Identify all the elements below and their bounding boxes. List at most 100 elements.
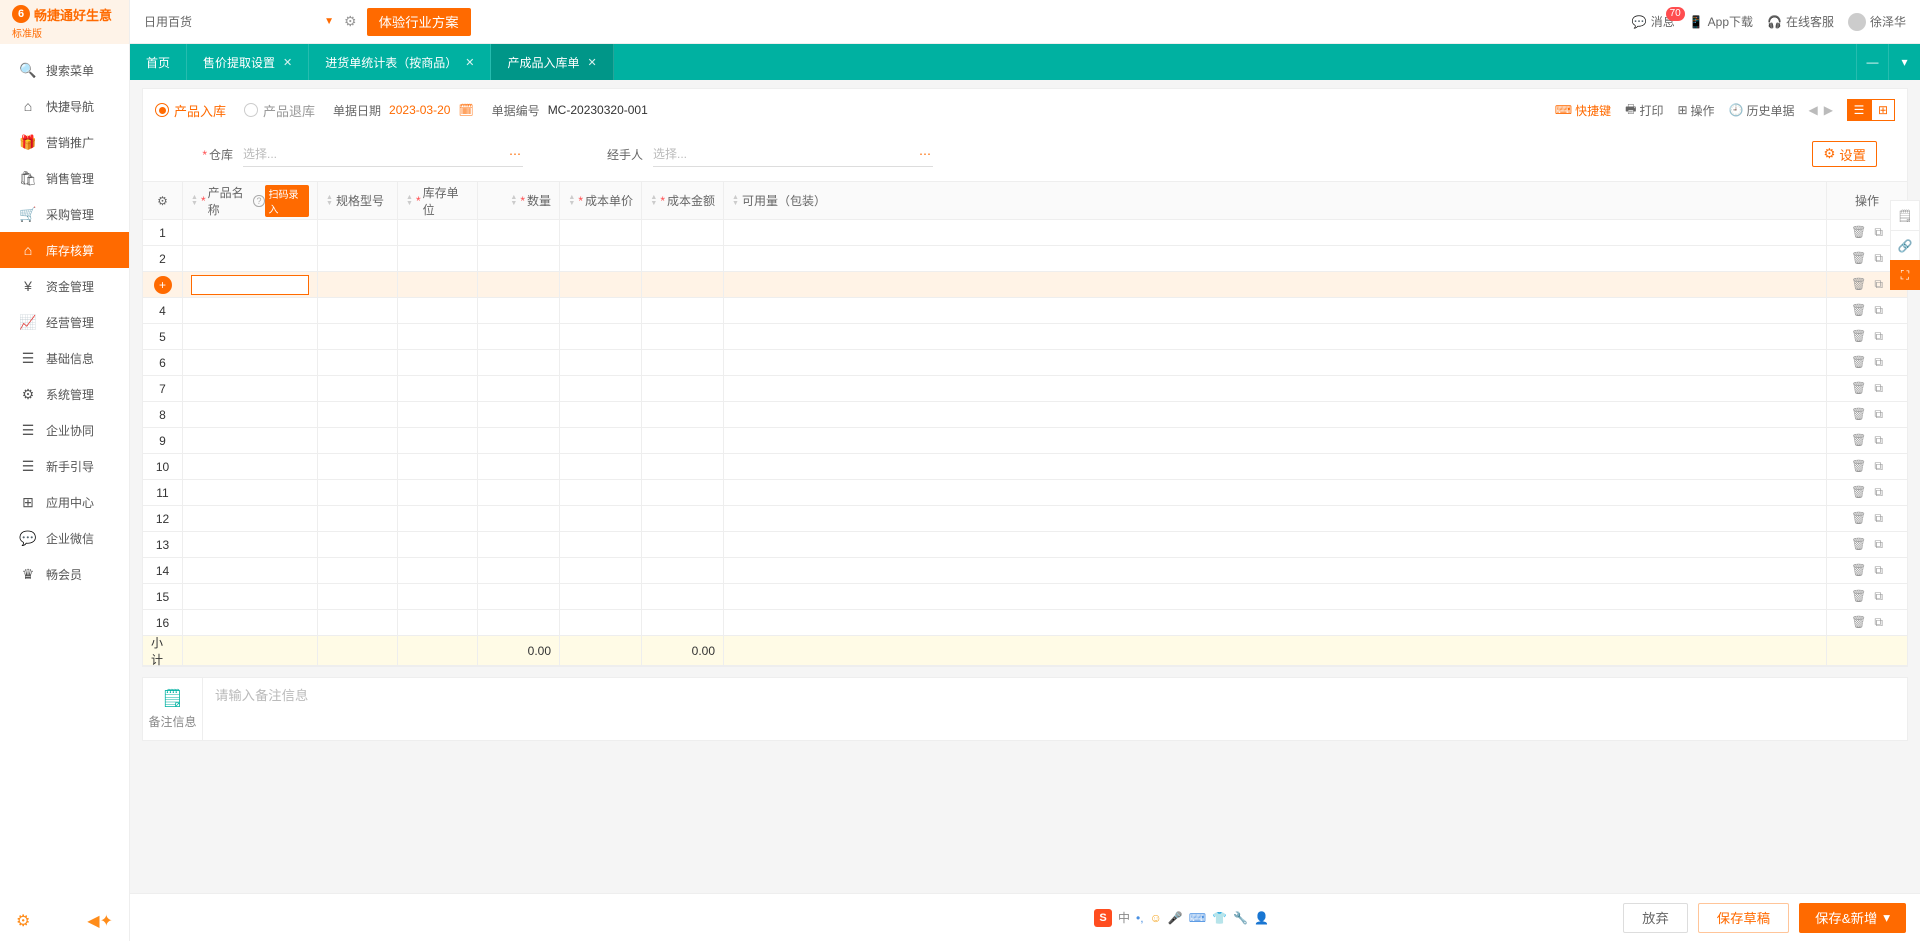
rail-link-button[interactable]: 🔗 — [1890, 230, 1920, 260]
sidebar-item-11[interactable]: ☰新手引导 — [0, 448, 129, 484]
copy-row-icon[interactable]: ⧉ — [1874, 407, 1883, 422]
col-amount[interactable]: ▲▼*成本金额 — [642, 182, 724, 219]
table-row[interactable]: 2🗑⧉ — [143, 246, 1907, 272]
ime-tool-icon[interactable]: 🔧 — [1233, 911, 1248, 925]
tab-2[interactable]: 进货单统计表（按商品）✕ — [309, 44, 491, 80]
table-row[interactable]: 5🗑⧉ — [143, 324, 1907, 350]
delete-row-icon[interactable]: 🗑 — [1851, 407, 1866, 422]
table-row[interactable]: 12🗑⧉ — [143, 506, 1907, 532]
table-row[interactable]: 10🗑⧉ — [143, 454, 1907, 480]
remark-input[interactable] — [215, 688, 1895, 703]
delete-row-icon[interactable]: 🗑 — [1851, 225, 1866, 240]
sidebar-item-5[interactable]: ⌂库存核算 — [0, 232, 129, 268]
try-plan-button[interactable]: 体验行业方案 — [367, 8, 471, 36]
table-row[interactable]: +🗑⧉ — [143, 272, 1907, 298]
scan-entry-button[interactable]: 扫码录入 — [265, 185, 309, 217]
col-product-name[interactable]: ▲▼ *产品名称 ? 扫码录入 — [183, 182, 318, 219]
delete-row-icon[interactable]: 🗑 — [1851, 433, 1866, 448]
copy-row-icon[interactable]: ⧉ — [1874, 355, 1883, 370]
col-spec[interactable]: ▲▼规格型号 — [318, 182, 398, 219]
sidebar-item-14[interactable]: ♛畅会员 — [0, 556, 129, 592]
tab-0[interactable]: 首页 — [130, 44, 187, 80]
radio-product-in[interactable]: 产品入库 — [155, 101, 226, 120]
copy-row-icon[interactable]: ⧉ — [1874, 511, 1883, 526]
support-link[interactable]: 🎧 在线客服 — [1767, 13, 1834, 30]
rail-note-button[interactable]: 🗒 — [1890, 200, 1920, 230]
ime-mic-icon[interactable]: 🎤 — [1168, 911, 1183, 925]
table-row[interactable]: 14🗑⧉ — [143, 558, 1907, 584]
copy-row-icon[interactable]: ⧉ — [1874, 277, 1883, 292]
table-row[interactable]: 15🗑⧉ — [143, 584, 1907, 610]
col-qty[interactable]: ▲▼*数量 — [478, 182, 560, 219]
copy-row-icon[interactable]: ⧉ — [1874, 225, 1883, 240]
close-icon[interactable]: ✕ — [588, 56, 597, 69]
copy-row-icon[interactable]: ⧉ — [1874, 251, 1883, 266]
delete-row-icon[interactable]: 🗑 — [1851, 329, 1866, 344]
handler-select[interactable]: 选择... ⋯ — [653, 141, 933, 167]
ime-keyboard-icon[interactable]: ⌨ — [1189, 911, 1206, 925]
ops-link[interactable]: ⊞ 操作 — [1677, 102, 1714, 119]
delete-row-icon[interactable]: 🗑 — [1851, 615, 1866, 630]
sidebar-item-12[interactable]: ⊞应用中心 — [0, 484, 129, 520]
prev-doc-button[interactable]: ◀ — [1809, 103, 1818, 117]
product-name-input[interactable] — [191, 275, 309, 295]
table-row[interactable]: 11🗑⧉ — [143, 480, 1907, 506]
location-select[interactable]: 日用百货 ▼ — [144, 13, 334, 30]
delete-row-icon[interactable]: 🗑 — [1851, 251, 1866, 266]
col-unit[interactable]: ▲▼*库存单位 — [398, 182, 478, 219]
date-value[interactable]: 2023-03-20 — [389, 103, 450, 117]
delete-row-icon[interactable]: 🗑 — [1851, 563, 1866, 578]
col-available[interactable]: ▲▼可用量（包装） — [724, 182, 1827, 219]
tab-menu-button[interactable]: ▾ — [1888, 44, 1920, 80]
sidebar-item-1[interactable]: ⌂快捷导航 — [0, 88, 129, 124]
ime-smiley-icon[interactable]: ☺ — [1150, 911, 1162, 925]
sidebar-item-2[interactable]: 🎁营销推广 — [0, 124, 129, 160]
tab-3[interactable]: 产成品入库单✕ — [491, 44, 613, 80]
gear-icon[interactable]: ⚙ — [344, 13, 357, 30]
delete-row-icon[interactable]: 🗑 — [1851, 511, 1866, 526]
delete-row-icon[interactable]: 🗑 — [1851, 277, 1866, 292]
copy-row-icon[interactable]: ⧉ — [1874, 329, 1883, 344]
radio-product-out[interactable]: 产品退库 — [244, 101, 315, 120]
copy-row-icon[interactable]: ⧉ — [1874, 485, 1883, 500]
view-card-button[interactable]: ⊞ — [1871, 99, 1895, 121]
ime-skin-icon[interactable]: 👕 — [1212, 911, 1227, 925]
close-icon[interactable]: ✕ — [465, 56, 474, 69]
sidebar-item-0[interactable]: 🔍搜索菜单 — [0, 52, 129, 88]
table-row[interactable]: 4🗑⧉ — [143, 298, 1907, 324]
copy-row-icon[interactable]: ⧉ — [1874, 303, 1883, 318]
copy-row-icon[interactable]: ⧉ — [1874, 563, 1883, 578]
delete-row-icon[interactable]: 🗑 — [1851, 459, 1866, 474]
warehouse-select[interactable]: 选择... ⋯ — [243, 141, 523, 167]
discard-button[interactable]: 放弃 — [1623, 903, 1688, 933]
copy-row-icon[interactable]: ⧉ — [1874, 459, 1883, 474]
ime-punct-icon[interactable]: •, — [1136, 911, 1144, 925]
sidebar-item-4[interactable]: 🛒采购管理 — [0, 196, 129, 232]
col-price[interactable]: ▲▼*成本单价 — [560, 182, 642, 219]
copy-row-icon[interactable]: ⧉ — [1874, 589, 1883, 604]
sidebar-item-13[interactable]: 💬企业微信 — [0, 520, 129, 556]
settings-icon[interactable]: ⚙ — [16, 911, 30, 931]
close-icon[interactable]: ✕ — [283, 56, 292, 69]
sidebar-item-6[interactable]: ¥资金管理 — [0, 268, 129, 304]
rail-expand-button[interactable]: ⛶ — [1890, 260, 1920, 290]
print-link[interactable]: 🖶 打印 — [1625, 100, 1663, 121]
sidebar-item-10[interactable]: ☰企业协同 — [0, 412, 129, 448]
delete-row-icon[interactable]: 🗑 — [1851, 485, 1866, 500]
delete-row-icon[interactable]: 🗑 — [1851, 589, 1866, 604]
calendar-icon[interactable]: 🗓 — [458, 103, 473, 117]
delete-row-icon[interactable]: 🗑 — [1851, 537, 1866, 552]
sidebar-item-9[interactable]: ⚙系统管理 — [0, 376, 129, 412]
table-row[interactable]: 13🗑⧉ — [143, 532, 1907, 558]
history-link[interactable]: 🕘 历史单据 — [1729, 102, 1795, 119]
messages-link[interactable]: 💬 消息 70 — [1632, 13, 1675, 30]
delete-row-icon[interactable]: 🗑 — [1851, 381, 1866, 396]
table-row[interactable]: 9🗑⧉ — [143, 428, 1907, 454]
tab-1[interactable]: 售价提取设置✕ — [187, 44, 309, 80]
sidebar-item-8[interactable]: ☰基础信息 — [0, 340, 129, 376]
collapse-icon[interactable]: ◀✦ — [87, 911, 113, 931]
copy-row-icon[interactable]: ⧉ — [1874, 381, 1883, 396]
table-row[interactable]: 8🗑⧉ — [143, 402, 1907, 428]
next-doc-button[interactable]: ▶ — [1824, 103, 1833, 117]
view-list-button[interactable]: ☰ — [1847, 99, 1871, 121]
